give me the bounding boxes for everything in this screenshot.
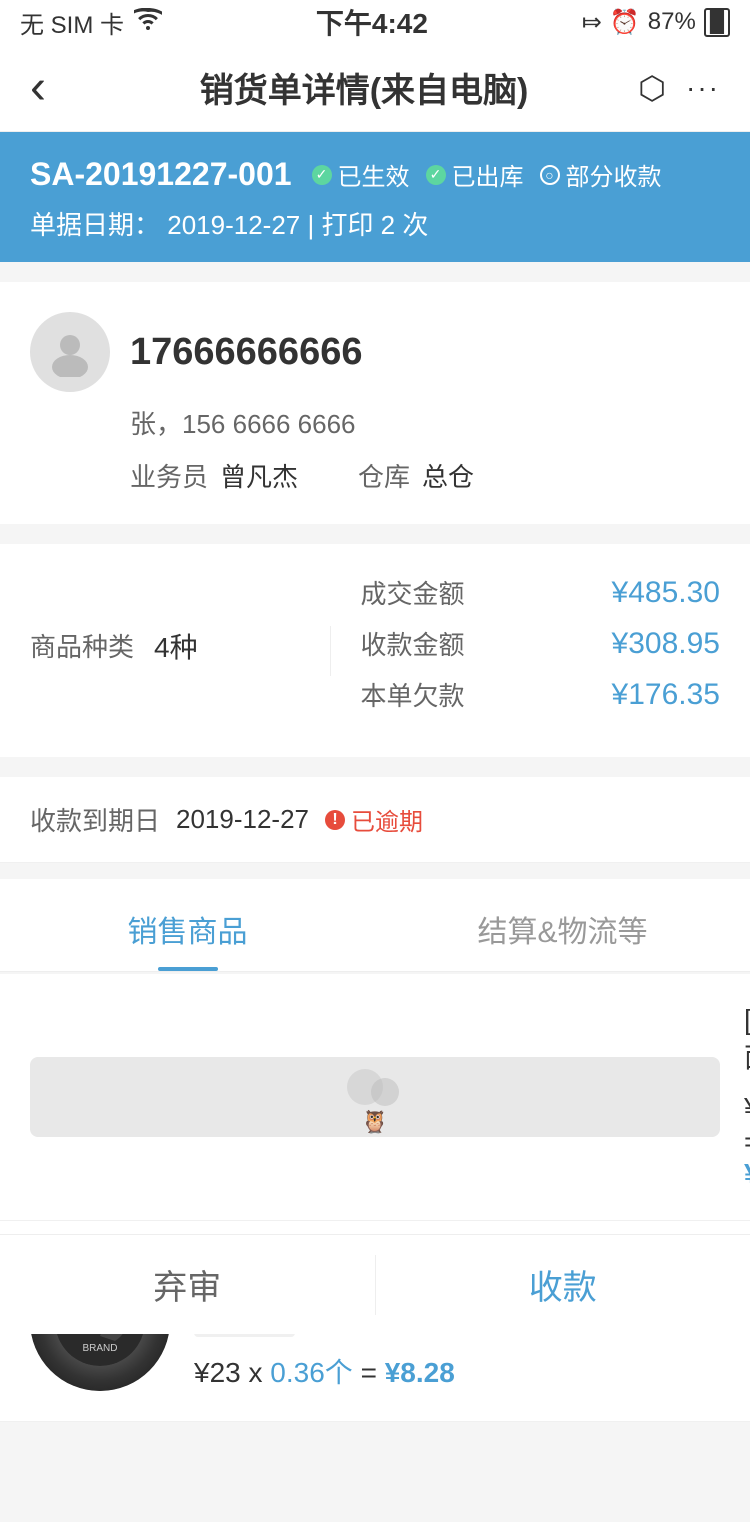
- product-price-cookie: ¥23 x 0.36个 = ¥8.28: [194, 1351, 720, 1391]
- bread-price: ¥40: [744, 1092, 750, 1123]
- cookie-multiply: x: [249, 1357, 271, 1388]
- warehouse: 仓库 总仓: [358, 457, 474, 494]
- sales-rep: 业务员 曾凡杰: [130, 457, 298, 494]
- product-item-bread: 🦉 [0000002]面包 ¥40 x 5袋 = ¥199.99: [0, 974, 750, 1221]
- battery-icon: █: [704, 8, 730, 37]
- received-value: ¥308.95: [612, 627, 720, 661]
- bread-equals: =: [744, 1126, 750, 1157]
- product-name-bread: [0000002]面包: [744, 1004, 750, 1076]
- stats-section: 商品种类 4种 成交金额 ¥485.30 收款金额 ¥308.95 本单欠款 ¥…: [0, 544, 750, 757]
- cookie-total: ¥8.28: [385, 1357, 455, 1388]
- svg-text:🦉: 🦉: [361, 1109, 388, 1134]
- status-bar-right: ⤇ ⏰ 87% █: [582, 8, 730, 37]
- alarm-icon: ⏰: [610, 8, 640, 37]
- warehouse-name: 总仓: [422, 457, 474, 494]
- sales-label: 业务员: [130, 457, 208, 494]
- order-status-tags: ✓ 已生效 ✓ 已出库 ○ 部分收款: [312, 157, 662, 192]
- debt-label: 本单欠款: [361, 676, 465, 713]
- received-amount-row: 收款金额 ¥308.95: [361, 625, 720, 662]
- received-label: 收款金额: [361, 625, 465, 662]
- customer-row: 17666666666: [30, 312, 720, 392]
- order-header: SA-20191227-001 ✓ 已生效 ✓ 已出库 ○ 部分收款 单据日期：…: [0, 132, 750, 262]
- share-button[interactable]: ⬡: [638, 69, 666, 107]
- location-icon: ⤇: [582, 8, 602, 37]
- cookie-qty: 0.36个: [270, 1357, 353, 1388]
- more-button[interactable]: ···: [686, 72, 720, 104]
- sim-status: 无 SIM 卡: [20, 5, 124, 40]
- nav-bar: ‹ 销货单详情(来自电脑) ⬡ ···: [0, 44, 750, 132]
- product-thumb-bread: 🦉: [30, 1057, 720, 1137]
- overdue-icon: !: [325, 810, 345, 830]
- order-date-row: 单据日期： 2019-12-27 | 打印 2 次: [30, 205, 720, 242]
- deal-value: ¥485.30: [612, 576, 720, 610]
- back-button[interactable]: ‹: [30, 60, 90, 115]
- due-date-value: 2019-12-27: [176, 804, 309, 835]
- svg-text:BRAND: BRAND: [82, 1343, 117, 1354]
- product-price-bread: ¥40 x 5袋 = ¥199.99: [744, 1086, 750, 1190]
- status-shipped: ✓ 已出库: [426, 157, 524, 192]
- check-icon-1: ✓: [312, 165, 332, 185]
- time-display: 下午4:42: [316, 2, 428, 42]
- tab-sales-products[interactable]: 销售商品: [0, 879, 375, 971]
- print-info: | 打印 2 次: [307, 210, 428, 240]
- due-label: 收款到期日: [30, 801, 160, 838]
- customer-meta: 业务员 曾凡杰 仓库 总仓: [30, 457, 720, 494]
- sales-name: 曾凡杰: [220, 457, 298, 494]
- customer-contact: 张，156 6666 6666: [30, 404, 720, 441]
- deal-label: 成交金额: [361, 574, 465, 611]
- clock-icon: ○: [540, 165, 560, 185]
- product-info-bread: [0000002]面包 ¥40 x 5袋 = ¥199.99: [744, 1004, 750, 1190]
- bread-total: ¥199.99: [744, 1158, 750, 1189]
- customer-name: 17666666666: [130, 331, 362, 374]
- status-partial-payment: ○ 部分收款: [540, 157, 662, 192]
- wifi-icon: [134, 8, 162, 37]
- debt-amount-row: 本单欠款 ¥176.35: [361, 676, 720, 713]
- check-icon-2: ✓: [426, 165, 446, 185]
- tabs-section: 销售商品 结算&物流等: [0, 879, 750, 972]
- stats-right: 成交金额 ¥485.30 收款金额 ¥308.95 本单欠款 ¥176.35: [331, 574, 720, 727]
- customer-avatar: [30, 312, 110, 392]
- type-value: 4种: [154, 626, 198, 666]
- status-bar: 无 SIM 卡 下午4:42 ⤇ ⏰ 87% █: [0, 0, 750, 44]
- date-label: 单据日期：: [30, 210, 160, 240]
- overdue-text: 已逾期: [351, 802, 423, 837]
- product-list: 🦉 [0000002]面包 ¥40 x 5袋 = ¥199.99: [0, 974, 750, 1422]
- confirm-payment-button[interactable]: 收款: [376, 1240, 750, 1329]
- overdue-badge: ! 已逾期: [325, 802, 423, 837]
- order-date: 2019-12-27: [167, 210, 300, 240]
- cookie-equals: =: [361, 1357, 385, 1388]
- order-id: SA-20191227-001: [30, 156, 292, 193]
- status-activated: ✓ 已生效: [312, 157, 410, 192]
- warehouse-label: 仓库: [358, 457, 410, 494]
- status-bar-left: 无 SIM 卡: [20, 5, 162, 40]
- tab-settlement-logistics[interactable]: 结算&物流等: [375, 879, 750, 971]
- stats-left: 商品种类 4种: [30, 626, 331, 676]
- product-types-row: 商品种类 4种: [30, 626, 330, 666]
- cancel-button[interactable]: 弃审: [0, 1240, 375, 1329]
- page-title: 销货单详情(来自电脑): [90, 63, 638, 112]
- bottom-bar: 弃审 收款: [0, 1234, 750, 1334]
- nav-actions: ⬡ ···: [638, 69, 720, 107]
- type-label: 商品种类: [30, 627, 134, 664]
- tabs-row: 销售商品 结算&物流等: [0, 879, 750, 971]
- debt-value: ¥176.35: [612, 678, 720, 712]
- customer-section: 17666666666 张，156 6666 6666 业务员 曾凡杰 仓库 总…: [0, 282, 750, 524]
- deal-amount-row: 成交金额 ¥485.30: [361, 574, 720, 611]
- battery-percent: 87%: [648, 8, 696, 36]
- due-date-section: 收款到期日 2019-12-27 ! 已逾期: [0, 777, 750, 863]
- order-id-row: SA-20191227-001 ✓ 已生效 ✓ 已出库 ○ 部分收款: [30, 156, 720, 193]
- cookie-price: ¥23: [194, 1357, 241, 1388]
